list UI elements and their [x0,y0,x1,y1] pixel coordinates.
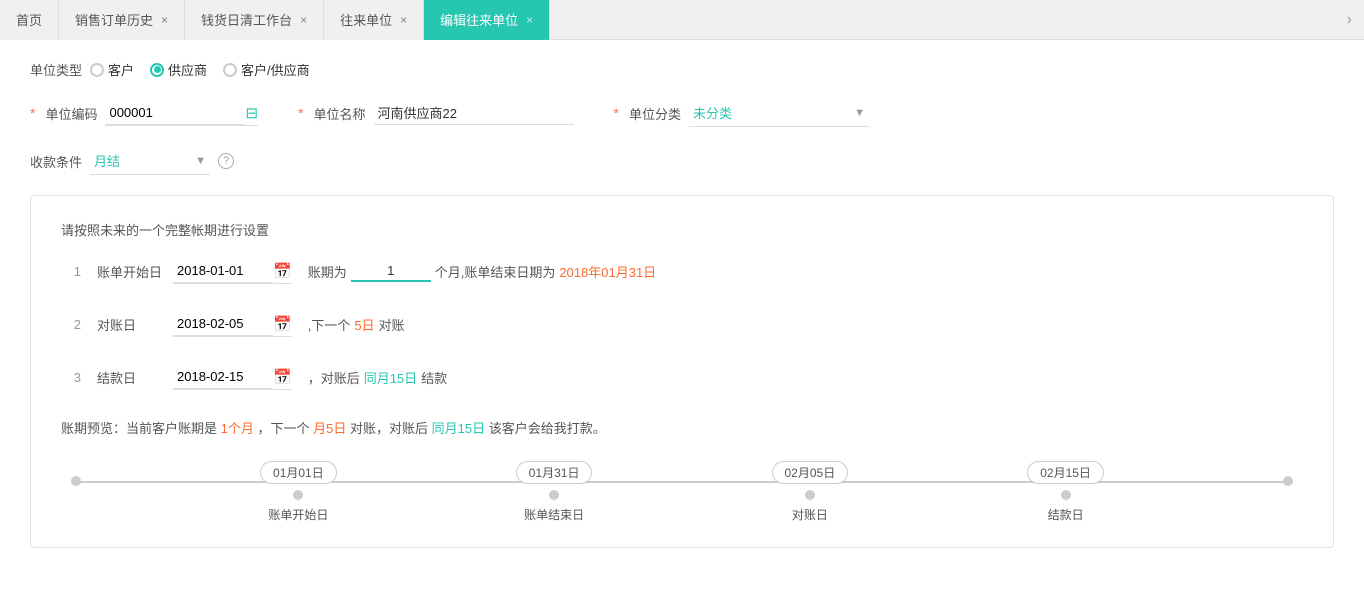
close-tab-cash-clearance[interactable]: × [300,13,307,27]
timeline-point-3: 02月05日 对账日 [772,461,849,523]
unit-class-group: * 单位分类 未分类 ▼ [614,99,869,127]
timeline-sublabel-2: 账单结束日 [524,506,584,523]
radio-supplier[interactable]: 供应商 [150,60,207,79]
reconcile-day-highlight: 5日 [354,315,374,334]
unit-class-value: 未分类 [693,103,732,122]
row-num-1: 1 [61,264,81,279]
radio-both[interactable]: 客户/供应商 [223,60,310,79]
payment-date-input[interactable] [173,365,273,389]
unit-class-chevron-icon: ▼ [854,107,865,119]
row-label-1: 账单开始日 [97,262,157,281]
radio-customer[interactable]: 客户 [90,60,134,79]
unit-type-group: 单位类型 客户 供应商 客户/供应商 [30,60,310,79]
start-date-input-wrapper: 📅 [173,259,292,284]
tab-sales-order-history[interactable]: 销售订单历史 × [59,0,185,40]
row-label-3: 结款日 [97,368,157,387]
row-num-2: 2 [61,317,81,332]
payment-day-highlight: 同月15日 [364,368,417,387]
payment-row: 收款条件 月结 ▼ ? [30,147,1334,175]
row-3-desc: ，对账后 同月15日 结款 [308,368,448,387]
timeline-label-1: 01月01日 [260,461,337,484]
unit-class-select[interactable]: 未分类 ▼ [689,99,869,127]
start-date-calendar-icon[interactable]: 📅 [273,262,292,280]
reconcile-date-input-wrapper: 📅 [173,312,292,337]
unit-name-group: * 单位名称 [298,101,573,125]
row-1-desc: 账期为 个月,账单结束日期为 2018年01月31日 [308,261,656,282]
preview-text: 账期预览：当前客户账期是 1个月 ，下一个 月5日 对账，对账后 同月15日 该… [61,418,1303,437]
unit-code-input[interactable] [105,101,245,125]
unit-code-input-wrapper: ⊟ [105,101,258,126]
timeline-dot-right-edge [1283,476,1293,486]
payment-date-calendar-icon[interactable]: 📅 [273,368,292,386]
tab-bar: 首页 销售订单历史 × 钱货日清工作台 × 往来单位 × 编辑往来单位 × › [0,0,1364,40]
tab-home[interactable]: 首页 [0,0,59,40]
period-months-input[interactable] [351,261,431,282]
config-row-1: 1 账单开始日 📅 账期为 个月,账单结束日期为 2018年01月31日 [61,259,1303,284]
unit-name-label: 单位名称 [314,104,366,123]
payment-value: 月结 [94,151,120,170]
timeline-sublabel-4: 结款日 [1048,506,1084,523]
unit-type-row: 单位类型 客户 供应商 客户/供应商 [30,60,1334,79]
tab-expand-button[interactable]: › [1335,11,1364,29]
timeline-point-1: 01月01日 账单开始日 [260,461,337,523]
tab-edit-partner-unit[interactable]: 编辑往来单位 × [424,0,550,40]
unit-code-label: 单位编码 [45,104,97,123]
timeline-dot-4 [1061,490,1071,500]
card-title: 请按照未来的一个完整帐期进行设置 [61,220,1303,239]
timeline-point-2: 01月31日 账单结束日 [516,461,593,523]
payment-help-icon[interactable]: ? [218,153,234,169]
payment-select[interactable]: 月结 ▼ [90,147,210,175]
payment-chevron-icon: ▼ [195,155,206,167]
radio-circle-both [223,63,237,77]
timeline-points: 01月01日 账单开始日 01月31日 账单结束日 02月05日 对账日 02月… [71,461,1293,523]
timeline-label-3: 02月05日 [772,461,849,484]
start-date-input[interactable] [173,259,273,283]
radio-circle-supplier [150,63,164,77]
config-row-3: 3 结款日 📅 ，对账后 同月15日 结款 [61,365,1303,390]
period-end-date-highlight: 2018年01月31日 [559,262,656,281]
timeline-point-4: 02月15日 结款日 [1027,461,1104,523]
timeline-dot-2 [549,490,559,500]
unit-info-row: * 单位编码 ⊟ * 单位名称 * 单位分类 未分类 ▼ [30,99,1334,127]
timeline-label-2: 01月31日 [516,461,593,484]
timeline-end-dot [1283,461,1293,486]
preview-reconcile-highlight: 月5日 [313,421,346,436]
unit-class-label: 单位分类 [629,104,681,123]
timeline-dot-1 [293,490,303,500]
radio-circle-customer [90,63,104,77]
row-num-3: 3 [61,370,81,385]
unit-name-input[interactable] [374,101,574,125]
timeline-start-dot [71,461,81,486]
row-2-desc: ,下一个 5日 对账 [308,315,405,334]
config-row-2: 2 对账日 📅 ,下一个 5日 对账 [61,312,1303,337]
preview-months-highlight: 1个月 [221,421,254,436]
reconcile-date-calendar-icon[interactable]: 📅 [273,315,292,333]
payment-date-input-wrapper: 📅 [173,365,292,390]
timeline-sublabel-3: 对账日 [792,506,828,523]
row-label-2: 对账日 [97,315,157,334]
reconcile-date-input[interactable] [173,312,273,336]
timeline-container: 01月01日 账单开始日 01月31日 账单结束日 02月05日 对账日 02月… [61,461,1303,523]
close-tab-edit-partner-unit[interactable]: × [526,13,533,27]
period-config-card: 请按照未来的一个完整帐期进行设置 1 账单开始日 📅 账期为 个月,账单结束日期… [30,195,1334,548]
close-tab-partner-unit[interactable]: × [400,13,407,27]
tab-partner-unit[interactable]: 往来单位 × [324,0,424,40]
timeline-dot-left-edge [71,476,81,486]
tab-cash-clearance[interactable]: 钱货日清工作台 × [185,0,324,40]
payment-label: 收款条件 [30,152,82,171]
timeline-sublabel-1: 账单开始日 [268,506,328,523]
payment-group: 收款条件 月结 ▼ ? [30,147,234,175]
timeline-label-4: 02月15日 [1027,461,1104,484]
unit-type-label: 单位类型 [30,60,82,79]
unit-code-group: * 单位编码 ⊟ [30,101,258,126]
preview-payment-highlight: 同月15日 [432,421,485,436]
unit-type-radio-group: 客户 供应商 客户/供应商 [90,60,310,79]
close-tab-sales-order-history[interactable]: × [161,13,168,27]
main-content: 单位类型 客户 供应商 客户/供应商 * 单位编码 [0,40,1364,608]
timeline-dot-3 [805,490,815,500]
unit-code-copy-icon[interactable]: ⊟ [245,104,258,122]
